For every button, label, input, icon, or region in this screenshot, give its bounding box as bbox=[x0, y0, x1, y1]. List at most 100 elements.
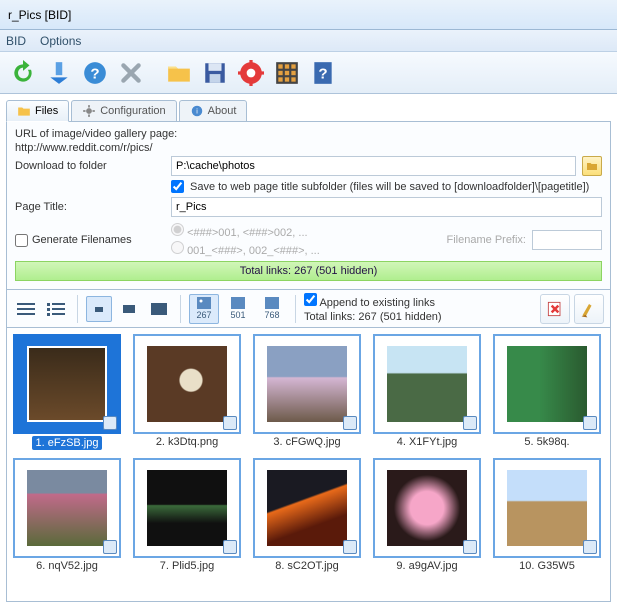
thumbnail-caption: 3. cFGwQ.jpg bbox=[273, 436, 340, 448]
expand-icon[interactable] bbox=[103, 416, 117, 430]
thumbnail-box bbox=[493, 334, 601, 434]
image-icon bbox=[231, 297, 245, 309]
expand-icon[interactable] bbox=[223, 416, 237, 430]
thumbnail-box bbox=[253, 334, 361, 434]
tab-files[interactable]: Files bbox=[6, 100, 69, 122]
view-details-button[interactable] bbox=[43, 296, 69, 322]
status-bar: Total links: 267 (501 hidden) bbox=[15, 261, 602, 281]
thumb-size-small-button[interactable] bbox=[86, 296, 112, 322]
filter-768-button[interactable]: 768 bbox=[257, 294, 287, 324]
thumbnail-item[interactable]: 10. G35W5 bbox=[493, 458, 601, 572]
info-icon: i bbox=[190, 104, 204, 118]
info-button[interactable]: ? bbox=[306, 56, 340, 90]
filename-prefix-input bbox=[532, 230, 602, 250]
thumbnail-item[interactable]: 2. k3Dtq.png bbox=[133, 334, 241, 450]
page-title-input[interactable] bbox=[171, 197, 602, 217]
image-icon bbox=[265, 297, 279, 309]
filename-pattern-radio-2 bbox=[171, 241, 184, 254]
menu-bar: BID Options bbox=[0, 30, 617, 52]
thumbnail-image bbox=[27, 346, 107, 422]
thumbnail-caption: 6. nqV52.jpg bbox=[36, 560, 98, 572]
menu-options[interactable]: Options bbox=[40, 34, 81, 48]
thumbnail-item[interactable]: 3. cFGwQ.jpg bbox=[253, 334, 361, 450]
thumbnail-image bbox=[27, 470, 107, 546]
broom-icon bbox=[579, 299, 599, 319]
svg-text:?: ? bbox=[318, 65, 327, 82]
thumbnail-box bbox=[373, 334, 481, 434]
thumbnail-item[interactable]: 5. 5k98q. bbox=[493, 334, 601, 450]
filter-267-button[interactable]: 267 bbox=[189, 294, 219, 324]
thumbnail-item[interactable]: 9. a9gAV.jpg bbox=[373, 458, 481, 572]
thumbnail-box bbox=[493, 458, 601, 558]
menu-bid[interactable]: BID bbox=[6, 34, 26, 48]
thumbnail-caption: 2. k3Dtq.png bbox=[156, 436, 218, 448]
append-checkbox[interactable] bbox=[304, 293, 317, 306]
thumbnail-image bbox=[387, 346, 467, 422]
delete-button[interactable] bbox=[540, 294, 570, 324]
settings-button[interactable] bbox=[234, 56, 268, 90]
thumbnail-box bbox=[13, 334, 121, 434]
browse-folder-button[interactable] bbox=[582, 156, 602, 176]
svg-text:?: ? bbox=[90, 65, 99, 82]
thumbnail-caption: 8. sC2OT.jpg bbox=[275, 560, 339, 572]
expand-icon[interactable] bbox=[343, 540, 357, 554]
delete-icon bbox=[545, 299, 565, 319]
save-subfolder-checkbox[interactable] bbox=[171, 180, 184, 193]
expand-icon[interactable] bbox=[103, 540, 117, 554]
expand-icon[interactable] bbox=[583, 416, 597, 430]
help-button[interactable]: ? bbox=[78, 56, 112, 90]
view-toolbar: 267 501 768 Append to existing links Tot… bbox=[6, 290, 611, 328]
folder-icon bbox=[17, 104, 31, 118]
toolbar-info: Append to existing links Total links: 26… bbox=[304, 293, 442, 324]
thumbnail-caption: 10. G35W5 bbox=[519, 560, 575, 572]
thumbnail-image bbox=[507, 346, 587, 422]
thumbnail-image bbox=[507, 470, 587, 546]
title-bar: r_Pics [BID] bbox=[0, 0, 617, 30]
download-folder-label: Download to folder bbox=[15, 160, 165, 172]
files-panel: URL of image/video gallery page: http://… bbox=[6, 121, 611, 290]
thumbnail-item[interactable]: 4. X1FYt.jpg bbox=[373, 334, 481, 450]
generate-filenames-checkbox[interactable] bbox=[15, 234, 28, 247]
window-title: r_Pics [BID] bbox=[8, 8, 71, 22]
thumb-size-medium-button[interactable] bbox=[116, 296, 142, 322]
thumbnail-image bbox=[147, 470, 227, 546]
toolbar-totals: Total links: 267 (501 hidden) bbox=[304, 310, 442, 324]
thumb-size-large-button[interactable] bbox=[146, 296, 172, 322]
url-value[interactable]: http://www.reddit.com/r/pics/ bbox=[15, 140, 602, 156]
main-toolbar: ? ? bbox=[0, 52, 617, 94]
grid-button[interactable] bbox=[270, 56, 304, 90]
folder-icon bbox=[586, 161, 598, 171]
expand-icon[interactable] bbox=[463, 540, 477, 554]
clean-button[interactable] bbox=[574, 294, 604, 324]
page-title-label: Page Title: bbox=[15, 201, 165, 213]
expand-icon[interactable] bbox=[223, 540, 237, 554]
save-subfolder-label: Save to web page title subfolder (files … bbox=[190, 181, 589, 193]
gear-icon bbox=[82, 104, 96, 118]
filename-pattern-radio-1 bbox=[171, 223, 184, 236]
expand-icon[interactable] bbox=[463, 416, 477, 430]
save-button[interactable] bbox=[198, 56, 232, 90]
tab-about[interactable]: i About bbox=[179, 100, 248, 122]
filename-prefix-label: Filename Prefix: bbox=[447, 234, 526, 246]
url-label: URL of image/video gallery page: bbox=[15, 128, 602, 140]
filter-501-button[interactable]: 501 bbox=[223, 294, 253, 324]
thumbnail-item[interactable]: 7. Plid5.jpg bbox=[133, 458, 241, 572]
thumbnail-item[interactable]: 6. nqV52.jpg bbox=[13, 458, 121, 572]
refresh-button[interactable] bbox=[6, 56, 40, 90]
download-button[interactable] bbox=[42, 56, 76, 90]
thumbnail-item[interactable]: 8. sC2OT.jpg bbox=[253, 458, 361, 572]
tab-strip: Files Configuration i About bbox=[6, 100, 611, 122]
thumbnail-caption: 1. eFzSB.jpg bbox=[32, 436, 103, 450]
download-folder-input[interactable] bbox=[171, 156, 576, 176]
cancel-button[interactable] bbox=[114, 56, 148, 90]
thumbnail-image bbox=[387, 470, 467, 546]
expand-icon[interactable] bbox=[583, 540, 597, 554]
expand-icon[interactable] bbox=[343, 416, 357, 430]
open-folder-button[interactable] bbox=[162, 56, 196, 90]
thumbnail-image bbox=[147, 346, 227, 422]
thumbnail-caption: 4. X1FYt.jpg bbox=[397, 436, 458, 448]
thumbnail-gallery: 1. eFzSB.jpg 2. k3Dtq.png 3. cFGwQ.jpg 4. X… bbox=[6, 328, 611, 602]
tab-configuration[interactable]: Configuration bbox=[71, 100, 176, 122]
thumbnail-item[interactable]: 1. eFzSB.jpg bbox=[13, 334, 121, 450]
view-list-button[interactable] bbox=[13, 296, 39, 322]
